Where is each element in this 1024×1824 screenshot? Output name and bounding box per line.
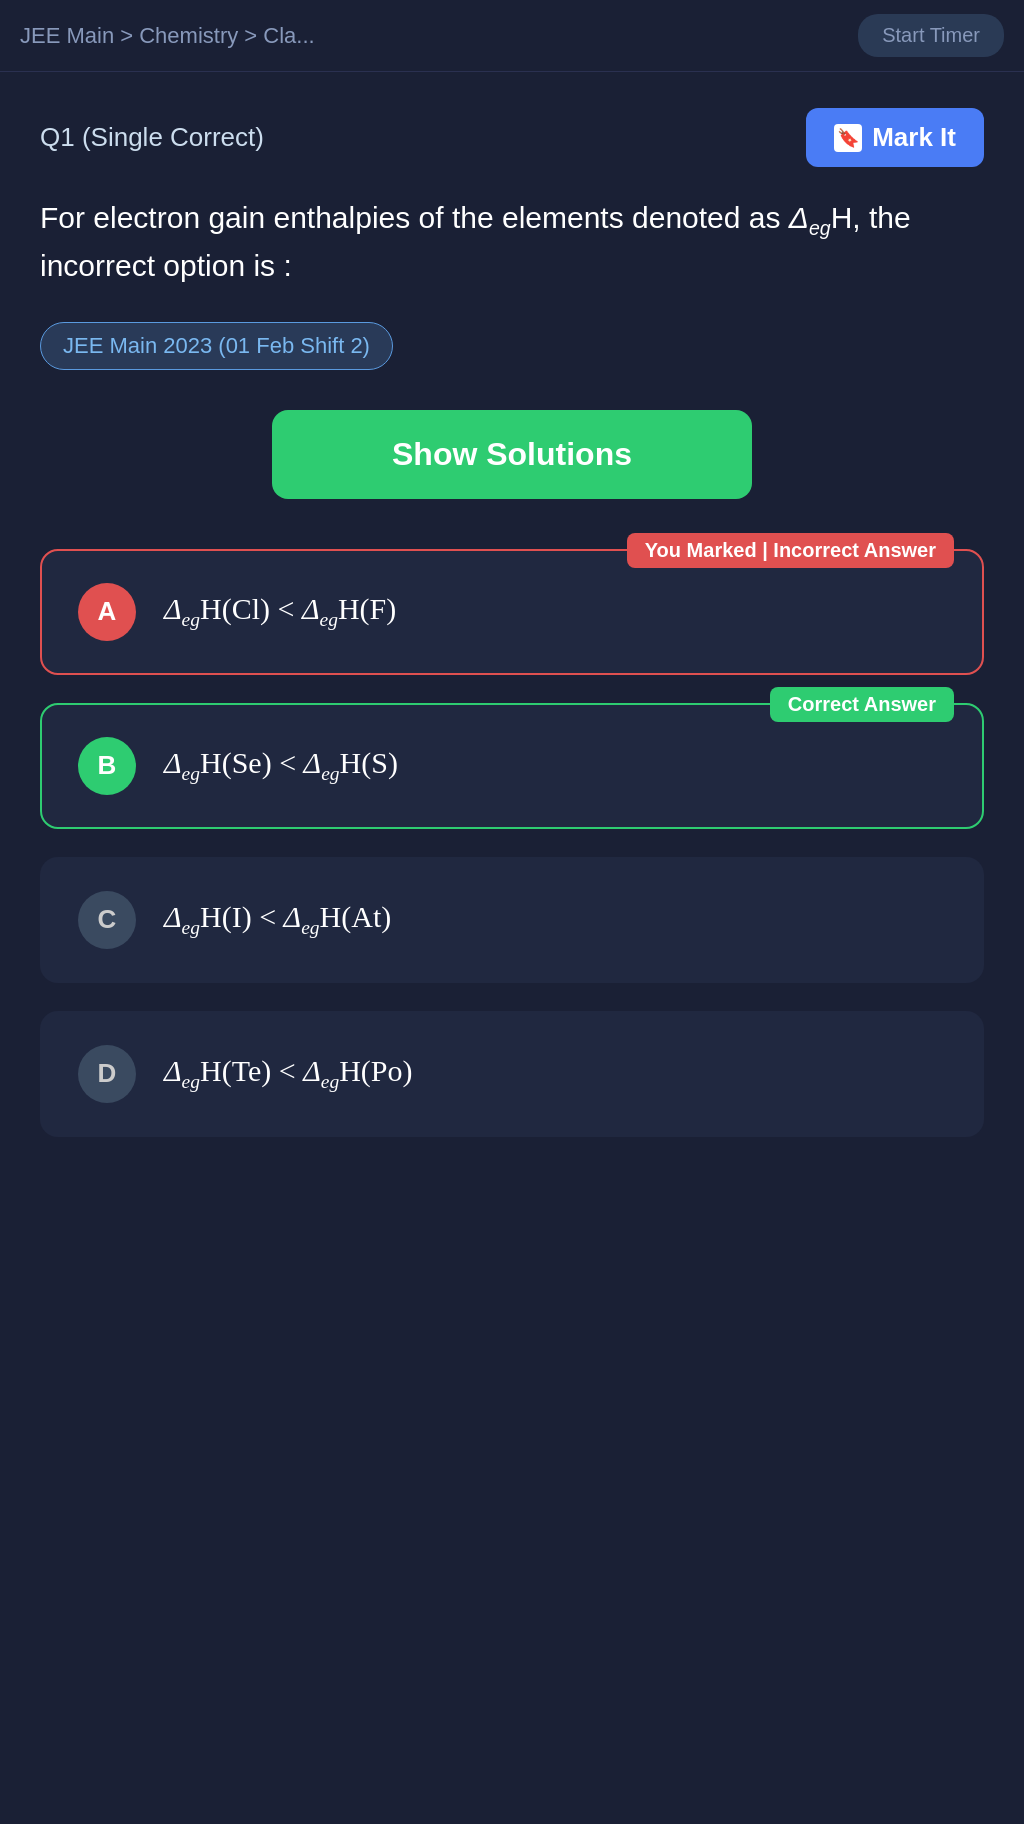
- option-d-circle: D: [78, 1045, 136, 1103]
- option-b-circle: B: [78, 737, 136, 795]
- option-c-circle: C: [78, 891, 136, 949]
- option-d-card[interactable]: D ΔegH(Te) < ΔegH(Po): [40, 1011, 984, 1137]
- option-c-text: ΔegH(I) < ΔegH(At): [164, 900, 391, 939]
- mark-it-button[interactable]: 🔖 Mark It: [806, 108, 984, 167]
- option-d-text: ΔegH(Te) < ΔegH(Po): [164, 1054, 413, 1093]
- question-tag[interactable]: JEE Main 2023 (01 Feb Shift 2): [40, 322, 393, 370]
- breadcrumb: JEE Main > Chemistry > Cla...: [20, 23, 315, 49]
- mark-it-label: Mark It: [872, 122, 956, 153]
- option-a-text: ΔegH(Cl) < ΔegH(F): [164, 592, 396, 631]
- question-label: Q1 (Single Correct): [40, 122, 264, 153]
- option-b-text: ΔegH(Se) < ΔegH(S): [164, 746, 398, 785]
- main-content: Q1 (Single Correct) 🔖 Mark It For electr…: [0, 72, 1024, 1177]
- option-b-badge: Correct Answer: [770, 687, 954, 722]
- question-delta-symbol: Δeg: [789, 201, 831, 234]
- option-a-badge: You Marked | Incorrect Answer: [627, 533, 954, 568]
- option-c-card[interactable]: C ΔegH(I) < ΔegH(At): [40, 857, 984, 983]
- option-b-card[interactable]: Correct Answer B ΔegH(Se) < ΔegH(S): [40, 703, 984, 829]
- bookmark-icon: 🔖: [834, 124, 862, 152]
- timer-button[interactable]: Start Timer: [858, 14, 1004, 57]
- top-bar: JEE Main > Chemistry > Cla... Start Time…: [0, 0, 1024, 72]
- question-text: For electron gain enthalpies of the elem…: [40, 195, 984, 290]
- question-text-part1: For electron gain enthalpies of the elem…: [40, 201, 789, 234]
- options-list: You Marked | Incorrect Answer A ΔegH(Cl)…: [40, 549, 984, 1137]
- option-a-circle: A: [78, 583, 136, 641]
- option-a-card[interactable]: You Marked | Incorrect Answer A ΔegH(Cl)…: [40, 549, 984, 675]
- question-header: Q1 (Single Correct) 🔖 Mark It: [40, 108, 984, 167]
- show-solutions-button[interactable]: Show Solutions: [272, 410, 752, 499]
